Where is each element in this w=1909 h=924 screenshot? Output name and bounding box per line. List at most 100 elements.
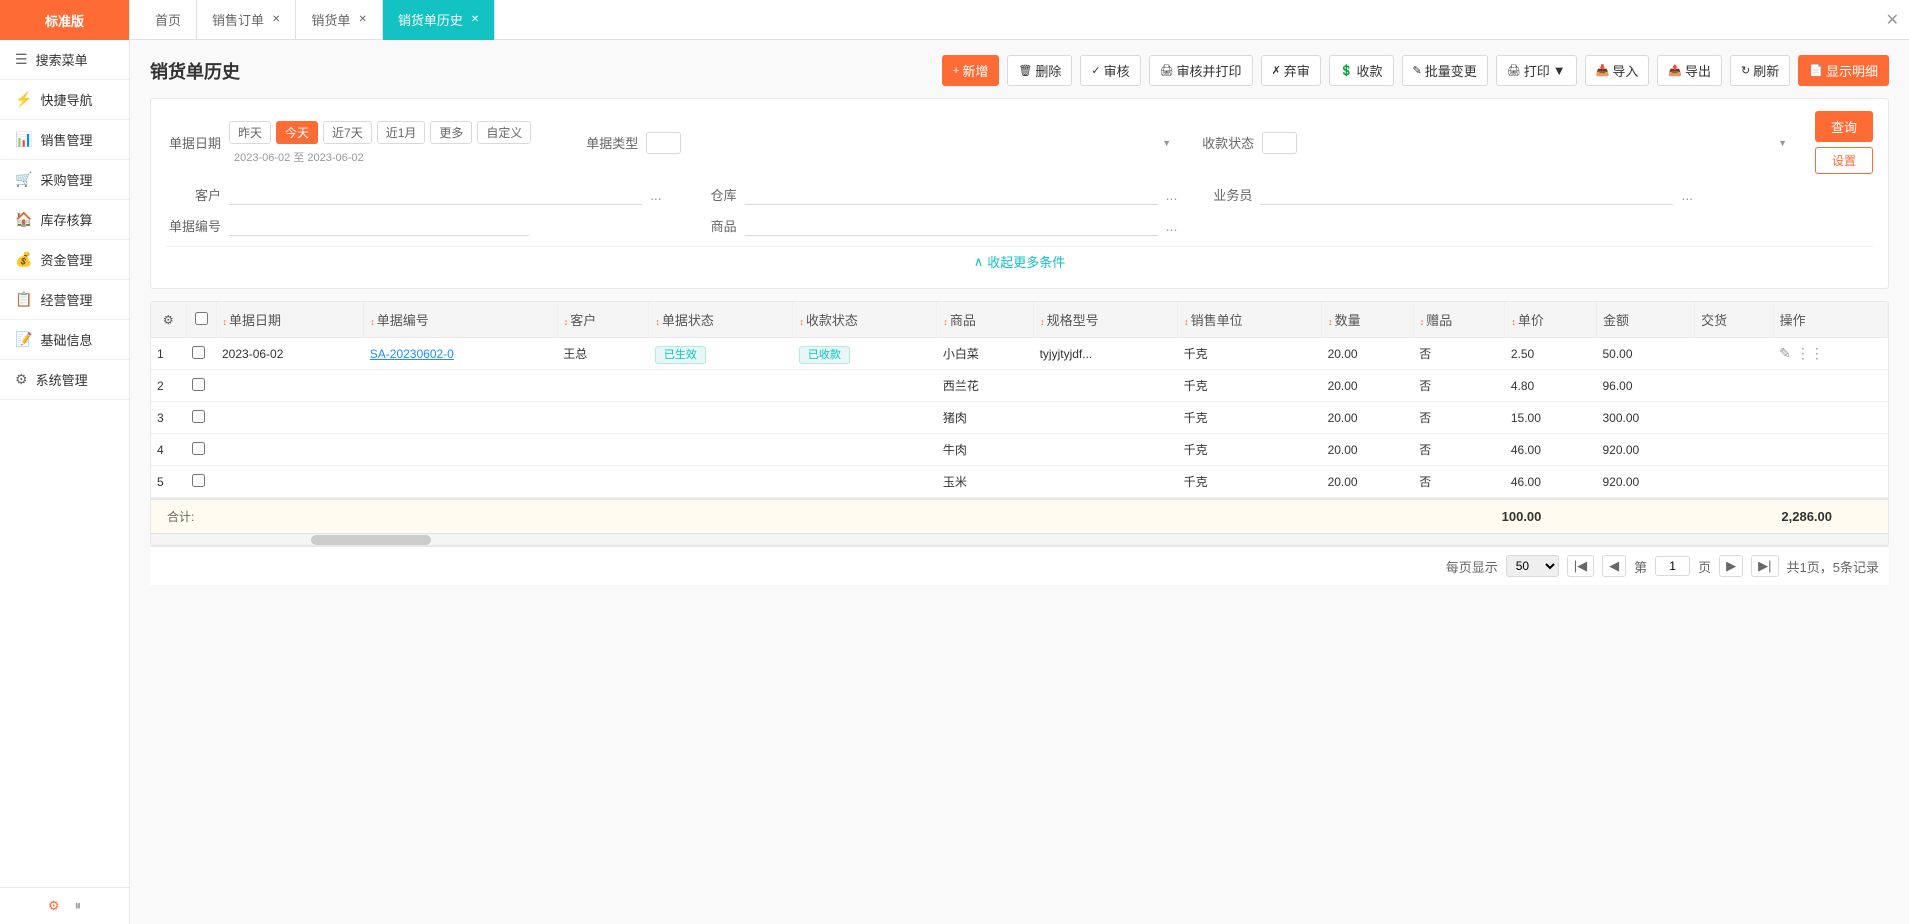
sidebar-item-sales-mgmt[interactable]: 📊 销售管理 [0,120,129,160]
date-btn-yesterday[interactable]: 昨天 [229,121,271,144]
doc-no-link[interactable]: SA-20230602-0 [370,347,454,361]
tab-home[interactable]: 首页 [140,0,197,40]
table-header-row: ⚙ ↕单据日期 ↕单据编号 ↕客户 ↕单据状态 ↕收款状态 ↕商品 ↕规格型号 … [151,302,1888,338]
customer-dots[interactable]: ... [650,187,662,203]
sidebar-pause-icon[interactable]: ⏸ [75,898,82,914]
collect-icon: 💲 [1340,64,1354,77]
filter-panel: 单据日期 昨天 今天 近7天 近1月 更多 自定义 2023-06-02 至 2… [150,98,1889,289]
th-spec-type[interactable]: ↕规格型号 [1034,302,1178,338]
audit-print-button[interactable]: 🖨 审核并打印 [1149,55,1253,86]
toolbar-actions: + 新增 🗑 删除 ✓ 审核 🖨 审核并打印 ✗ 弃审 [942,55,1889,86]
tab-bar-close-all[interactable]: ✕ [1886,10,1899,30]
th-settings[interactable]: ⚙ [151,302,186,338]
refresh-button[interactable]: ↻ 刷新 [1730,55,1790,86]
filter-settings-button[interactable]: 设置 [1815,147,1873,174]
query-button[interactable]: 查询 [1815,111,1873,142]
sidebar-item-search-menu[interactable]: ☰ 搜索菜单 [0,40,129,80]
footer-values: 100.00 2,286.00 [1502,509,1882,524]
batch-change-button[interactable]: ✎ 批量变更 [1402,55,1488,86]
tab-sales-history[interactable]: 销货单历史 ✕ [383,0,495,40]
edit-action-icon[interactable]: ✎ [1779,345,1791,362]
table-container: ⚙ ↕单据日期 ↕单据编号 ↕客户 ↕单据状态 ↕收款状态 ↕商品 ↕规格型号 … [150,301,1889,546]
audit-button[interactable]: ✓ 审核 [1080,55,1140,86]
goods-label: 商品 [682,216,737,235]
row-checkbox[interactable] [192,346,205,359]
cell-unit-price: 46.00 [1505,466,1597,498]
filter-customer-field: 客户 ... [166,184,662,205]
customer-input[interactable] [229,184,642,205]
tab-sales-order[interactable]: 销售订单 ✕ [197,0,296,40]
sidebar-item-inventory[interactable]: 🏠 库存核算 [0,200,129,240]
page-size-select[interactable]: 50 100 200 [1506,555,1559,577]
goods-input[interactable] [745,215,1158,236]
more-action-icon[interactable]: ⋮⋮ [1796,345,1824,362]
add-button[interactable]: + 新增 [942,55,999,86]
row-checkbox[interactable] [192,474,205,487]
date-btn-custom[interactable]: 自定义 [477,121,531,144]
goods-dots[interactable]: ... [1166,218,1178,234]
collapse-button[interactable]: ∧ 收起更多条件 [166,246,1873,276]
cell-checkbox [186,370,216,402]
sidebar-item-finance-mgmt[interactable]: 💰 资金管理 [0,240,129,280]
print-button[interactable]: 🖨 打印 ▼ [1496,55,1577,86]
export-icon: 📤 [1668,64,1682,77]
cell-spec-type [1034,402,1178,434]
doc-type-select[interactable] [646,132,681,154]
batch-change-icon: ✎ [1413,64,1422,77]
doc-type-select-wrapper [646,132,1179,154]
th-doc-no[interactable]: ↕单据编号 [364,302,557,338]
scrollbar-thumb[interactable] [311,535,431,545]
filter-row-1: 单据日期 昨天 今天 近7天 近1月 更多 自定义 2023-06-02 至 2… [166,111,1873,174]
tab-close-sales-history[interactable]: ✕ [471,14,479,25]
row-checkbox[interactable] [192,410,205,423]
cell-gift: 否 [1413,466,1505,498]
th-collect-status[interactable]: ↕收款状态 [793,302,937,338]
import-button[interactable]: 📥 导入 [1585,55,1650,86]
collect-button[interactable]: 💲 收款 [1329,55,1394,86]
sidebar-item-ops-mgmt[interactable]: 📋 经营管理 [0,280,129,320]
sidebar-item-basic-info[interactable]: 📝 基础信息 [0,320,129,360]
row-checkbox[interactable] [192,378,205,391]
sidebar-gear-icon[interactable]: ⚙ [48,898,60,914]
show-detail-button[interactable]: 📄 显示明细 [1798,55,1889,86]
warehouse-input[interactable] [745,184,1158,205]
page-number-input[interactable] [1655,556,1690,576]
th-goods[interactable]: ↕商品 [937,302,1034,338]
th-sales-unit[interactable]: ↕销售单位 [1178,302,1322,338]
date-btn-7days[interactable]: 近7天 [323,121,372,144]
first-page-button[interactable]: |◀ [1567,555,1594,577]
tab-close-sales-order[interactable]: ✕ [272,14,280,25]
th-qty[interactable]: ↕数量 [1322,302,1414,338]
row-checkbox[interactable] [192,442,205,455]
abandon-button[interactable]: ✗ 弃审 [1261,55,1321,86]
salesperson-input[interactable] [1260,184,1673,205]
date-btn-today[interactable]: 今天 [276,121,318,144]
search-menu-icon: ☰ [15,51,28,68]
sidebar-item-quick-nav[interactable]: ⚡ 快捷导航 [0,80,129,120]
delete-button[interactable]: 🗑 删除 [1007,55,1072,86]
th-doc-status[interactable]: ↕单据状态 [649,302,793,338]
collect-status-select[interactable] [1262,132,1297,154]
last-page-button[interactable]: ▶| [1751,555,1778,577]
horizontal-scrollbar[interactable] [151,533,1888,545]
th-doc-date[interactable]: ↕单据日期 [216,302,364,338]
date-btn-more[interactable]: 更多 [430,121,472,144]
tab-close-sales-goods[interactable]: ✕ [358,14,366,25]
select-all-checkbox[interactable] [195,312,208,325]
next-page-button[interactable]: ▶ [1719,555,1743,577]
audit-print-icon: 🖨 [1160,64,1174,77]
sidebar-item-purchase-mgmt[interactable]: 🛒 采购管理 [0,160,129,200]
warehouse-dots[interactable]: ... [1166,187,1178,203]
doc-no-input[interactable] [229,215,529,236]
sidebar: 标准版 ☰ 搜索菜单 ⚡ 快捷导航 📊 销售管理 🛒 采购管理 🏠 库存核算 💰… [0,0,130,924]
export-button[interactable]: 📤 导出 [1657,55,1722,86]
tab-sales-goods[interactable]: 销货单 ✕ [296,0,382,40]
salesperson-dots[interactable]: ... [1681,187,1693,203]
filter-doc-type-field: 单据类型 [583,132,1179,154]
prev-page-button[interactable]: ◀ [1602,555,1626,577]
th-customer[interactable]: ↕客户 [557,302,649,338]
sidebar-item-sys-mgmt[interactable]: ⚙ 系统管理 [0,360,129,400]
th-unit-price[interactable]: ↕单价 [1505,302,1597,338]
th-gift[interactable]: ↕赠品 [1413,302,1505,338]
date-btn-1month[interactable]: 近1月 [377,121,426,144]
